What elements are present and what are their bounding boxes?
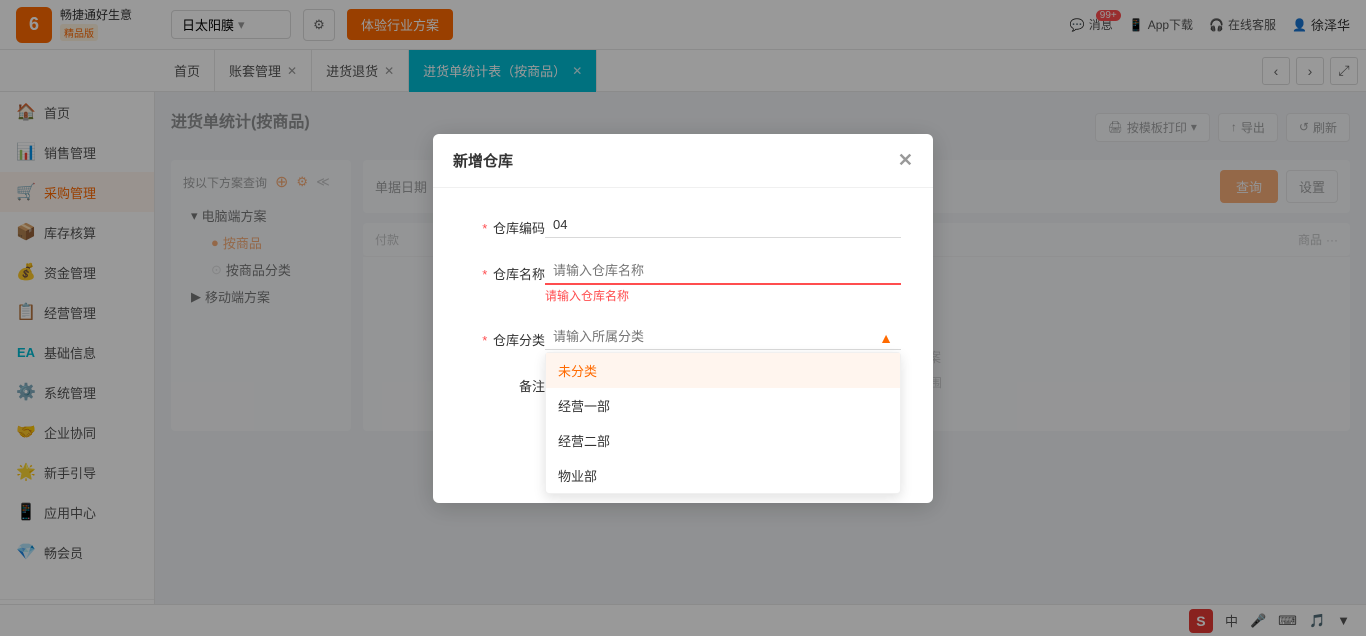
dropdown-item-dept2[interactable]: 经营二部: [546, 423, 900, 458]
name-error-text: 请输入仓库名称: [545, 287, 901, 304]
code-field-row: * 仓库编码: [465, 212, 901, 238]
category-label: * 仓库分类: [465, 324, 545, 349]
category-field: ▲ 未分类 经营一部 经营二部 物业部: [545, 324, 901, 350]
dropdown-item-unclassified[interactable]: 未分类: [546, 353, 900, 388]
code-input[interactable]: [545, 212, 901, 238]
dropdown-item-dept1[interactable]: 经营一部: [546, 388, 900, 423]
category-input[interactable]: [545, 324, 901, 350]
category-field-row: * 仓库分类 ▲ 未分类 经营一部 经营二部 物业部: [465, 324, 901, 350]
modal-overlay: 新增仓库 ✕ * 仓库编码 * 仓库名称: [0, 0, 1366, 636]
modal-body: * 仓库编码 * 仓库名称 请输入仓库名称: [433, 188, 933, 440]
dropdown-item-dept3[interactable]: 物业部: [546, 458, 900, 493]
modal-title: 新增仓库: [453, 150, 513, 171]
name-input[interactable]: [545, 258, 901, 285]
new-warehouse-modal: 新增仓库 ✕ * 仓库编码 * 仓库名称: [433, 134, 933, 503]
modal-close-icon[interactable]: ✕: [898, 150, 913, 171]
modal-header: 新增仓库 ✕: [433, 134, 933, 188]
note-label: 备注: [465, 370, 545, 395]
code-field: [545, 212, 901, 238]
name-field-row: * 仓库名称 请输入仓库名称: [465, 258, 901, 304]
name-field: 请输入仓库名称: [545, 258, 901, 304]
category-chevron-up-icon[interactable]: ▲: [879, 330, 893, 346]
category-dropdown: 未分类 经营一部 经营二部 物业部: [545, 352, 901, 494]
name-label: * 仓库名称: [465, 258, 545, 283]
code-label: * 仓库编码: [465, 212, 545, 237]
